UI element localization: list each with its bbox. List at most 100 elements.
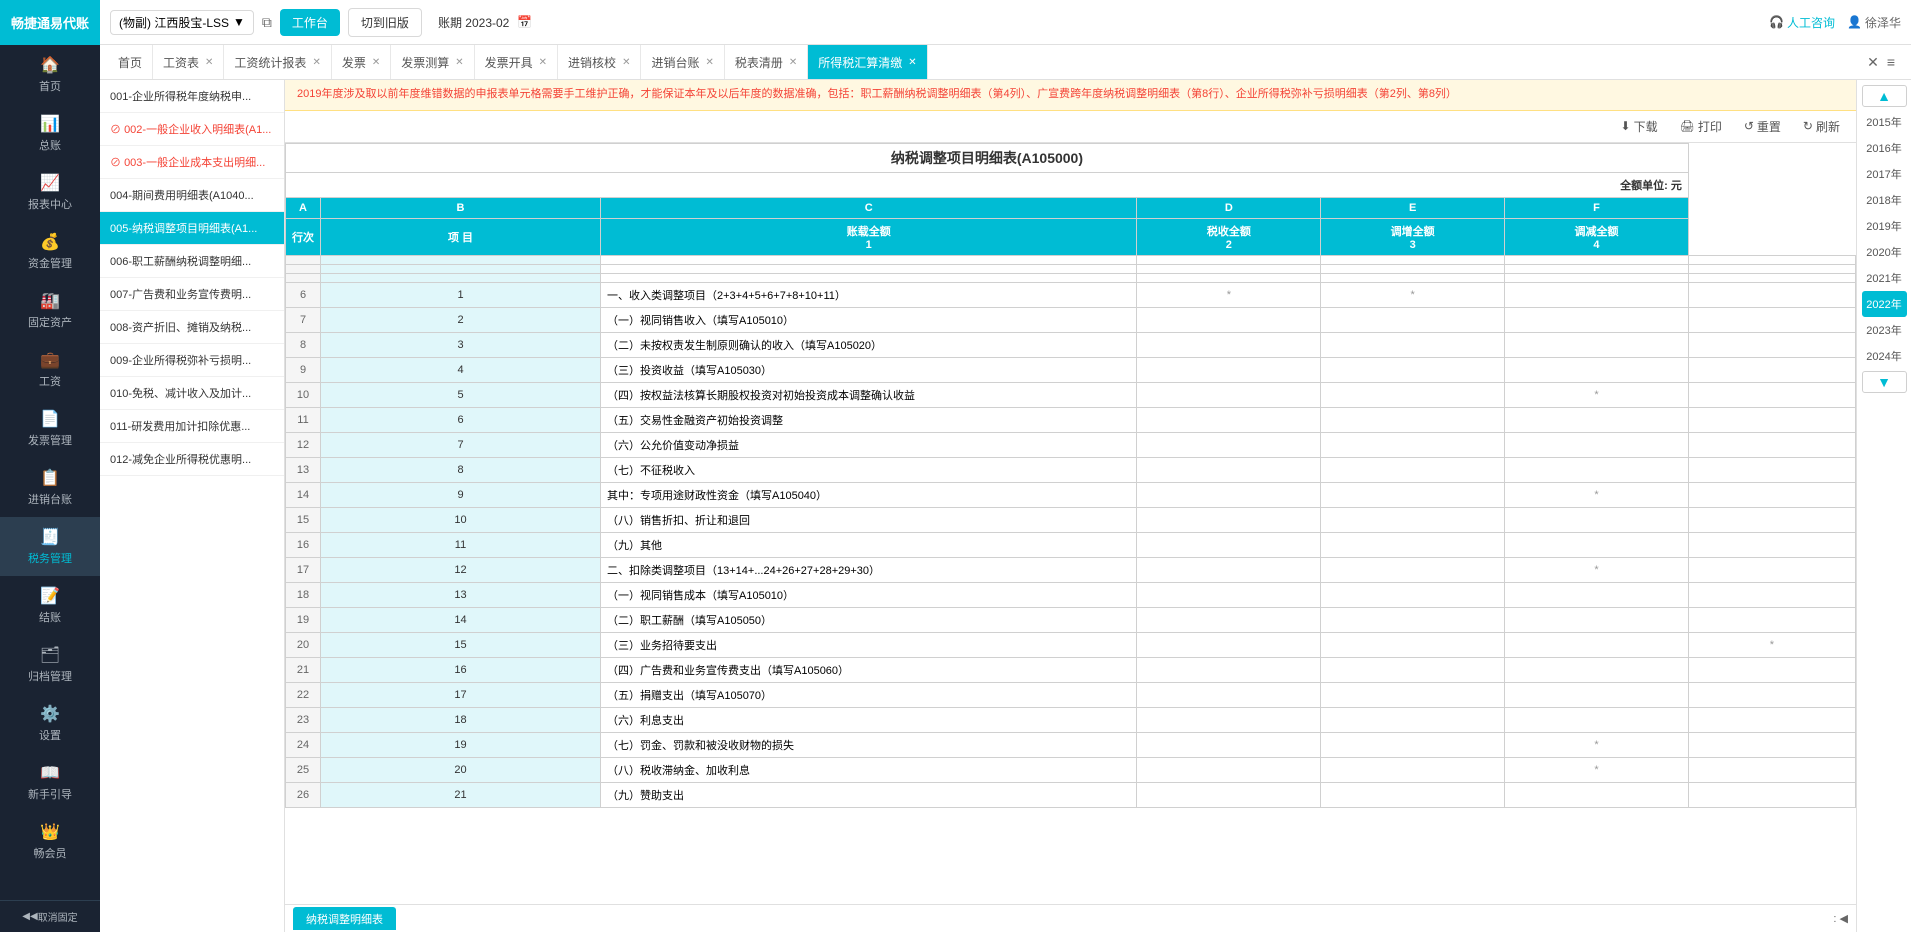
- close-tab-icon[interactable]: ✕: [539, 57, 547, 68]
- left-item-011[interactable]: 011-研发费用加计扣除优惠...: [100, 410, 284, 443]
- row-col-f[interactable]: [1688, 582, 1855, 607]
- table-row[interactable]: 2621（九）赞助支出: [286, 782, 1856, 807]
- row-col-c[interactable]: [1137, 482, 1321, 507]
- row-col-f[interactable]: [1688, 607, 1855, 632]
- left-item-012[interactable]: 012-减免企业所得税优惠明...: [100, 443, 284, 476]
- table-row[interactable]: 83（二）未按权责发生制原则确认的收入（填写A105020）: [286, 332, 1856, 357]
- left-item-002[interactable]: ⊘ 002-一般企业收入明细表(A1...: [100, 113, 284, 146]
- row-col-d[interactable]: [1321, 582, 1505, 607]
- tab-salary[interactable]: 工资表 ✕: [153, 45, 224, 80]
- row-col-d[interactable]: [1321, 657, 1505, 682]
- row-col-d[interactable]: [1321, 682, 1505, 707]
- row-col-e[interactable]: *: [1505, 557, 1689, 582]
- year-button[interactable]: 2023年: [1862, 317, 1907, 343]
- sidebar-item-assets[interactable]: 🏭 固定资产: [0, 281, 100, 340]
- row-col-f[interactable]: *: [1688, 632, 1855, 657]
- row-col-d[interactable]: [1321, 532, 1505, 557]
- row-col-e[interactable]: [1505, 273, 1689, 282]
- row-col-f[interactable]: [1688, 432, 1855, 457]
- year-button[interactable]: 2015年: [1862, 109, 1907, 135]
- row-col-d[interactable]: [1321, 782, 1505, 807]
- row-col-e[interactable]: [1505, 457, 1689, 482]
- download-button[interactable]: ⬇ 下载: [1615, 115, 1664, 138]
- row-col-e[interactable]: *: [1505, 382, 1689, 407]
- row-col-f[interactable]: [1688, 482, 1855, 507]
- close-tab-icon[interactable]: ✕: [205, 57, 213, 68]
- row-col-c[interactable]: [1137, 682, 1321, 707]
- row-col-c[interactable]: [1137, 407, 1321, 432]
- tab-close-all[interactable]: ✕ ≡: [1859, 54, 1903, 71]
- row-col-d[interactable]: [1321, 407, 1505, 432]
- row-col-e[interactable]: [1505, 532, 1689, 557]
- row-col-f[interactable]: [1688, 757, 1855, 782]
- table-row[interactable]: 2520（八）税收滞纳金、加收利息*: [286, 757, 1856, 782]
- table-row[interactable]: 72（一）视同销售收入（填写A105010）: [286, 307, 1856, 332]
- table-row[interactable]: 1914（二）职工薪酬（填写A105050）: [286, 607, 1856, 632]
- row-col-d[interactable]: [1321, 255, 1505, 264]
- row-col-f[interactable]: [1688, 507, 1855, 532]
- row-col-e[interactable]: *: [1505, 757, 1689, 782]
- table-row[interactable]: 1813（一）视同销售成本（填写A105010）: [286, 582, 1856, 607]
- row-col-f[interactable]: [1688, 782, 1855, 807]
- tab-salary-stats[interactable]: 工资统计报表 ✕: [224, 45, 331, 80]
- table-row[interactable]: 1712二、扣除类调整项目（13+14+...24+26+27+28+29+30…: [286, 557, 1856, 582]
- row-col-c[interactable]: [1137, 457, 1321, 482]
- bottom-tab-adjust[interactable]: 纳税调整明细表: [293, 907, 396, 930]
- close-tab-icon[interactable]: ✕: [705, 57, 713, 68]
- year-button[interactable]: 2016年: [1862, 135, 1907, 161]
- row-col-e[interactable]: [1505, 707, 1689, 732]
- row-col-c[interactable]: [1137, 273, 1321, 282]
- year-scroll-up[interactable]: ▲: [1862, 85, 1907, 107]
- row-col-f[interactable]: [1688, 282, 1855, 307]
- table-row[interactable]: 116（五）交易性金融资产初始投资调整: [286, 407, 1856, 432]
- sidebar-item-purchases[interactable]: 📋 进销台账: [0, 458, 100, 517]
- row-col-f[interactable]: [1688, 532, 1855, 557]
- row-col-d[interactable]: [1321, 457, 1505, 482]
- row-col-c[interactable]: [1137, 632, 1321, 657]
- row-col-e[interactable]: [1505, 282, 1689, 307]
- row-col-e[interactable]: [1505, 632, 1689, 657]
- sidebar-item-salary[interactable]: 💼 工资: [0, 340, 100, 399]
- row-col-d[interactable]: *: [1321, 282, 1505, 307]
- sidebar-item-finance[interactable]: 💰 资金管理: [0, 222, 100, 281]
- sidebar-item-close[interactable]: 📝 结账: [0, 576, 100, 635]
- row-col-e[interactable]: [1505, 407, 1689, 432]
- table-row[interactable]: 1510（八）销售折扣、折让和退回: [286, 507, 1856, 532]
- row-col-e[interactable]: [1505, 332, 1689, 357]
- table-row[interactable]: 2318（六）利息支出: [286, 707, 1856, 732]
- row-col-c[interactable]: [1137, 732, 1321, 757]
- row-col-e[interactable]: [1505, 432, 1689, 457]
- left-item-003[interactable]: ⊘ 003-一般企业成本支出明细...: [100, 146, 284, 179]
- row-col-f[interactable]: [1688, 682, 1855, 707]
- row-col-e[interactable]: *: [1505, 732, 1689, 757]
- row-col-d[interactable]: [1321, 557, 1505, 582]
- row-col-c[interactable]: [1137, 557, 1321, 582]
- row-col-d[interactable]: [1321, 607, 1505, 632]
- close-tab-icon[interactable]: ✕: [312, 57, 320, 68]
- table-row[interactable]: 127（六）公允价值变动净损益: [286, 432, 1856, 457]
- print-button[interactable]: 🖨 打印: [1674, 115, 1728, 138]
- row-col-c[interactable]: [1137, 382, 1321, 407]
- table-row[interactable]: 138（七）不征税收入: [286, 457, 1856, 482]
- tab-income-tax[interactable]: 所得税汇算清缴 ✕: [808, 45, 927, 80]
- row-col-c[interactable]: [1137, 255, 1321, 264]
- tab-purchase-ledger[interactable]: 进销台账 ✕: [641, 45, 724, 80]
- row-col-e[interactable]: [1505, 782, 1689, 807]
- row-col-f[interactable]: [1688, 307, 1855, 332]
- row-col-c[interactable]: [1137, 532, 1321, 557]
- tab-tax-table[interactable]: 税表清册 ✕: [725, 45, 808, 80]
- year-button[interactable]: 2017年: [1862, 161, 1907, 187]
- year-scroll-down[interactable]: ▼: [1862, 371, 1907, 393]
- year-button[interactable]: 2021年: [1862, 265, 1907, 291]
- row-col-f[interactable]: [1688, 255, 1855, 264]
- row-col-f[interactable]: [1688, 457, 1855, 482]
- refresh-button[interactable]: ↻ 刷新: [1797, 115, 1846, 138]
- table-row[interactable]: [286, 273, 1856, 282]
- table-row[interactable]: 1611（九）其他: [286, 532, 1856, 557]
- row-col-d[interactable]: [1321, 482, 1505, 507]
- sidebar-item-home[interactable]: 🏠 首页: [0, 45, 100, 104]
- row-col-d[interactable]: [1321, 757, 1505, 782]
- row-col-d[interactable]: [1321, 382, 1505, 407]
- year-button[interactable]: 2022年: [1862, 291, 1907, 317]
- close-all-icon[interactable]: ✕: [1867, 54, 1879, 71]
